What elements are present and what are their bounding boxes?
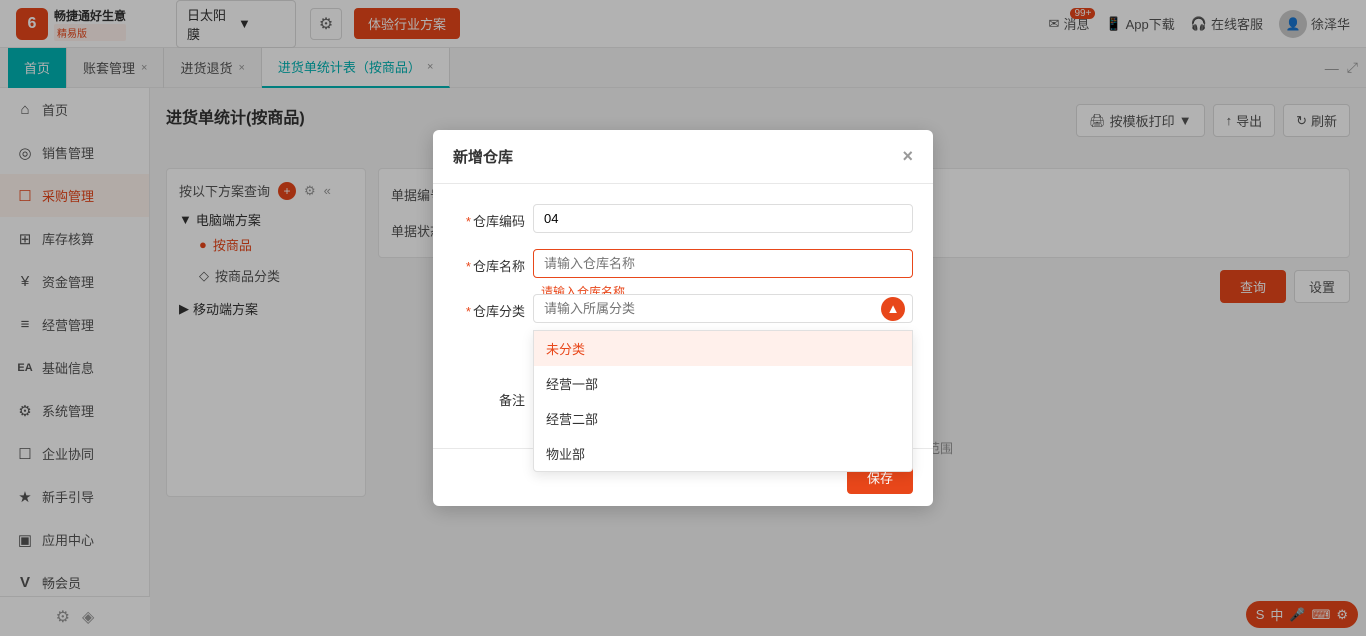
form-row-name: 仓库名称 请输入仓库名称 [453, 249, 913, 278]
dropdown-item-none[interactable]: 未分类 [534, 331, 912, 366]
category-input[interactable] [533, 294, 913, 323]
name-input[interactable] [533, 249, 913, 278]
remark-label: 备注 [453, 383, 533, 409]
dropdown-item-dept2[interactable]: 经营二部 [534, 401, 912, 436]
code-input[interactable] [533, 204, 913, 233]
dropdown-item-dept3[interactable]: 物业部 [534, 436, 912, 471]
category-label: 仓库分类 [453, 294, 533, 320]
name-label: 仓库名称 [453, 249, 533, 275]
modal-title: 新增仓库 [453, 146, 513, 167]
dropdown-arrow-icon[interactable]: ▲ [881, 297, 905, 321]
modal-header: 新增仓库 × [433, 130, 933, 184]
modal-body: 仓库编码 仓库名称 请输入仓库名称 仓库分类 ▲ 未分类 经营一部 经营二 [433, 184, 933, 448]
modal-overlay[interactable]: 新增仓库 × 仓库编码 仓库名称 请输入仓库名称 仓库分类 ▲ [0, 0, 1366, 636]
dropdown-item-dept1[interactable]: 经营一部 [534, 366, 912, 401]
form-row-category: 仓库分类 ▲ 未分类 经营一部 经营二部 物业部 [453, 294, 913, 323]
code-label: 仓库编码 [453, 204, 533, 230]
form-row-code: 仓库编码 [453, 204, 913, 233]
category-dropdown: ▲ 未分类 经营一部 经营二部 物业部 [533, 294, 913, 323]
modal-close-button[interactable]: × [902, 146, 913, 167]
new-warehouse-modal: 新增仓库 × 仓库编码 仓库名称 请输入仓库名称 仓库分类 ▲ [433, 130, 933, 506]
dropdown-list: 未分类 经营一部 经营二部 物业部 [533, 330, 913, 472]
